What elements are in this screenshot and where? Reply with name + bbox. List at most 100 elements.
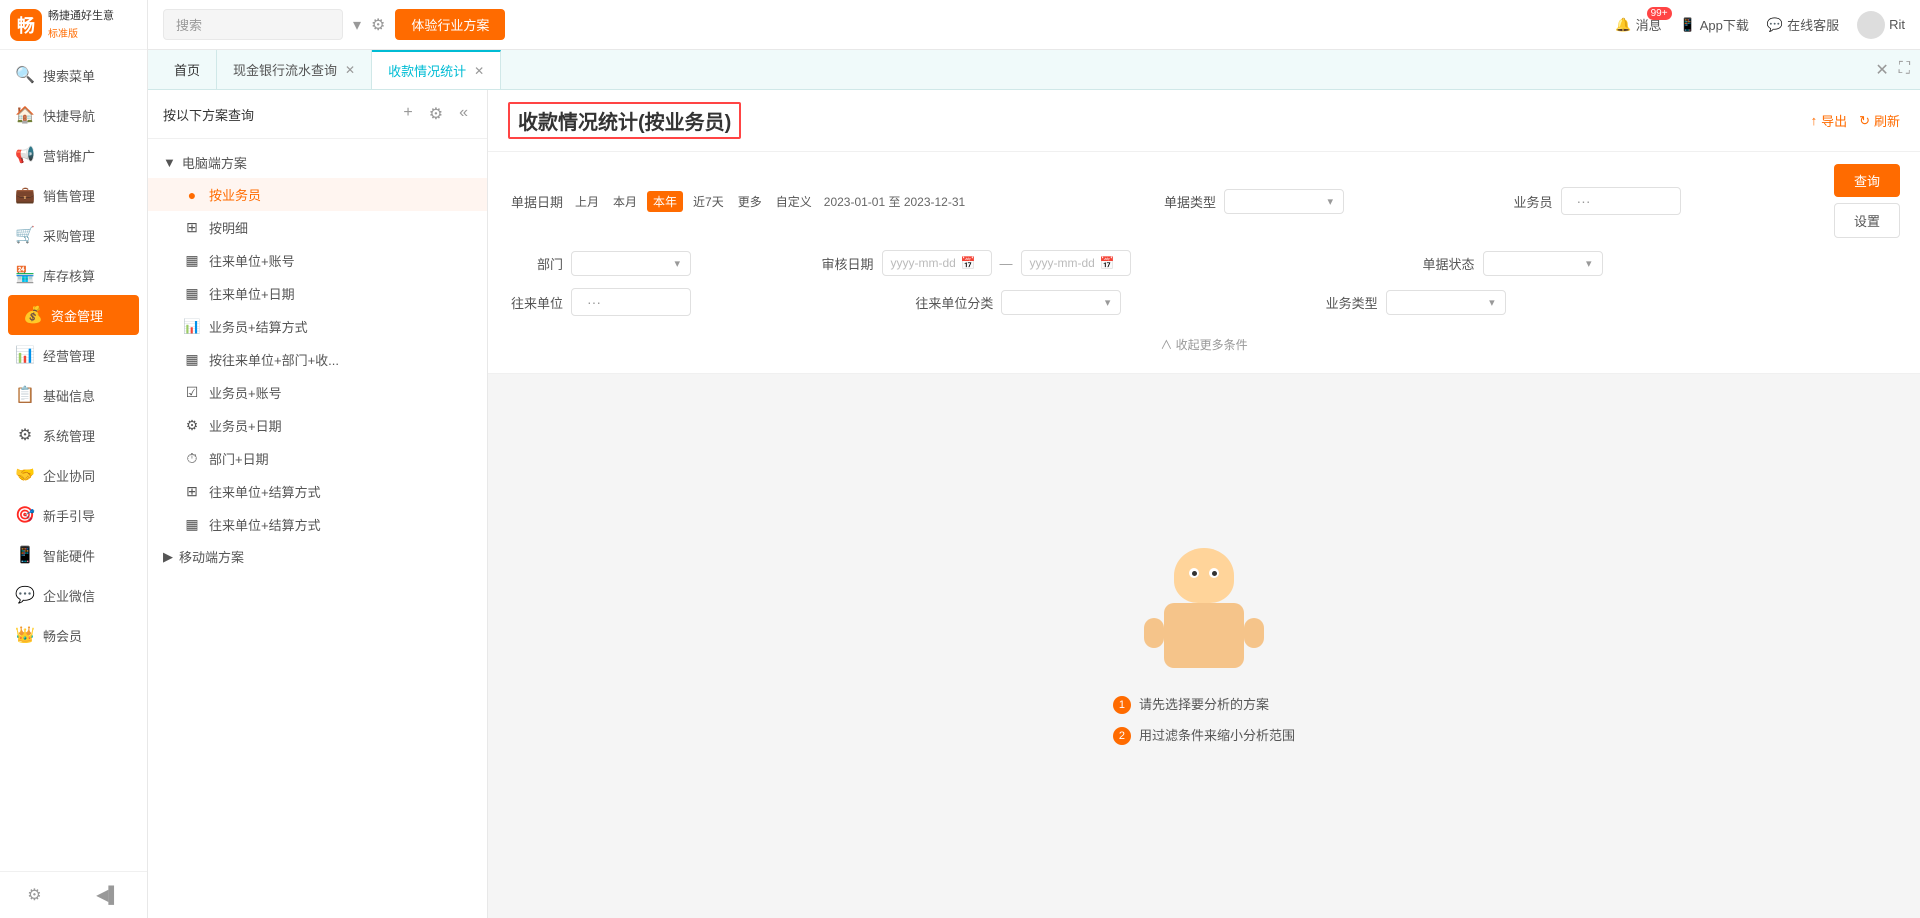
tree-item-by-detail-label: 按明细: [209, 218, 248, 237]
header-dropdown-icon[interactable]: ▾: [353, 15, 361, 35]
settings-button[interactable]: 设置: [1834, 203, 1900, 238]
date-label: 单据日期: [508, 192, 563, 211]
review-date-end[interactable]: yyyy-mm-dd 📅: [1021, 250, 1131, 276]
tree-section-pc[interactable]: ▼ 电脑端方案: [148, 147, 487, 178]
unit-date-icon: ▦: [183, 285, 201, 302]
sidebar-item-hardware[interactable]: 📱 智能硬件: [0, 535, 147, 575]
tree-section-pc-label: 电脑端方案: [182, 153, 247, 172]
app-download-button[interactable]: 📱 App下载: [1680, 15, 1749, 34]
export-button[interactable]: ↑ 导出: [1811, 111, 1848, 130]
tree-item-unit-settlement1[interactable]: ⊞ 往来单位+结算方式: [148, 475, 487, 508]
right-title-bar: 收款情况统计(按业务员) ↑ 导出 ↻ 刷新: [488, 90, 1920, 152]
trial-button[interactable]: 体验行业方案: [395, 9, 505, 40]
review-date-start-text: yyyy-mm-dd: [891, 256, 956, 270]
tab-bank-flow[interactable]: 现金银行流水查询 ✕: [217, 50, 372, 89]
sidebar-item-member[interactable]: 👑 畅会员: [0, 615, 147, 655]
unit-settlement2-icon: ▦: [183, 516, 201, 533]
sidebar-item-marketing[interactable]: 📢 营销推广: [0, 135, 147, 175]
date-btn-more[interactable]: 更多: [734, 191, 766, 212]
panel-settings-btn[interactable]: ⚙: [425, 102, 447, 126]
date-btn-7days[interactable]: 近7天: [689, 191, 728, 212]
calendar-end-icon[interactable]: 📅: [1100, 256, 1115, 270]
tab-collection-stat[interactable]: 收款情况统计 ✕: [372, 50, 501, 89]
collapse-label: ∧ 收起更多条件: [1160, 336, 1247, 353]
date-buttons: 上月 本月 本年 近7天 更多 自定义: [571, 191, 816, 212]
tree-section-mobile-arrow: ▶: [163, 549, 173, 565]
tree-item-salesperson-account[interactable]: ☑ 业务员+账号: [148, 376, 487, 409]
operations-icon: 📊: [15, 345, 35, 365]
tree-item-unit-dept-collection[interactable]: ▦ 按往来单位+部门+收...: [148, 343, 487, 376]
tree-item-salesperson-date[interactable]: ⚙ 业务员+日期: [148, 409, 487, 442]
date-btn-thisyear[interactable]: 本年: [647, 191, 683, 212]
tree-item-salesperson-settlement-label: 业务员+结算方式: [209, 317, 308, 336]
tab-expand-icon[interactable]: ⛶: [1899, 60, 1910, 80]
download-icon: 📱: [1680, 17, 1696, 33]
query-button[interactable]: 查询: [1834, 164, 1900, 197]
sidebar-item-search-label: 搜索菜单: [43, 66, 95, 85]
online-service-label: 在线客服: [1787, 15, 1839, 34]
sidebar-item-collab[interactable]: 🤝 企业协同: [0, 455, 147, 495]
user-area[interactable]: Rit: [1857, 11, 1905, 39]
online-service-button[interactable]: 💬 在线客服: [1767, 15, 1839, 34]
tree-item-by-salesperson[interactable]: ● 按业务员: [148, 178, 487, 211]
voucher-status-select[interactable]: ▾: [1483, 251, 1603, 276]
counterpart-class-select[interactable]: ▾: [1001, 290, 1121, 315]
business-type-select[interactable]: ▾: [1386, 290, 1506, 315]
voucher-type-select[interactable]: ▾: [1224, 189, 1344, 214]
dept-select[interactable]: ▾: [571, 251, 691, 276]
tab-bank-flow-close[interactable]: ✕: [345, 63, 355, 77]
date-range: 2023-01-01 至 2023-12-31: [824, 193, 965, 210]
date-btn-custom[interactable]: 自定义: [772, 191, 816, 212]
salesperson-input[interactable]: ···: [1561, 187, 1681, 215]
left-panel: 按以下方案查询 + ⚙ « ▼ 电脑端方案 ● 按业务员 ⊞: [148, 90, 488, 918]
date-btn-thismonth[interactable]: 本月: [609, 191, 641, 212]
logo-text: 畅捷通好生意: [48, 9, 114, 24]
sidebar-item-purchase[interactable]: 🛒 采购管理: [0, 215, 147, 255]
header-gear-icon[interactable]: ⚙: [371, 15, 385, 35]
tab-collection-stat-close[interactable]: ✕: [474, 64, 484, 78]
sidebar-item-sales[interactable]: 💼 销售管理: [0, 175, 147, 215]
collapse-more-conditions[interactable]: ∧ 收起更多条件: [508, 328, 1900, 361]
salesperson-dots[interactable]: ···: [1577, 193, 1591, 209]
filter-item-review-date: 审核日期 yyyy-mm-dd 📅 — yyyy-mm-dd 📅: [819, 250, 1400, 276]
tab-home[interactable]: 首页: [158, 50, 217, 89]
tree-item-unit-account[interactable]: ▦ 往来单位+账号: [148, 244, 487, 277]
sidebar-item-basic[interactable]: 📋 基础信息: [0, 375, 147, 415]
review-date-start[interactable]: yyyy-mm-dd 📅: [882, 250, 992, 276]
detail-icon: ⊞: [183, 219, 201, 236]
sidebar-item-guide[interactable]: 🎯 新手引导: [0, 495, 147, 535]
sidebar-item-finance[interactable]: 💰 资金管理: [8, 295, 139, 335]
calendar-start-icon[interactable]: 📅: [961, 256, 976, 270]
tree-item-unit-settlement1-label: 往来单位+结算方式: [209, 482, 321, 501]
sidebar-item-quicknav[interactable]: 🏠 快捷导航: [0, 95, 147, 135]
voucher-type-label: 单据类型: [1161, 192, 1216, 211]
step-2-text: 用过滤条件来缩小分析范围: [1139, 723, 1295, 749]
counterpart-input[interactable]: ···: [571, 288, 691, 316]
search-icon: 🔍: [15, 65, 35, 85]
sidebar-item-system[interactable]: ⚙ 系统管理: [0, 415, 147, 455]
sidebar-item-wechat[interactable]: 💬 企业微信: [0, 575, 147, 615]
sidebar-collapse-btn[interactable]: ◀▌: [91, 880, 125, 910]
panel-collapse-btn[interactable]: «: [455, 102, 472, 126]
tree-item-unit-settlement2[interactable]: ▦ 往来单位+结算方式: [148, 508, 487, 541]
app-download-label: App下载: [1700, 15, 1749, 34]
voucher-status-chevron: ▾: [1586, 257, 1592, 270]
tree-item-unit-date[interactable]: ▦ 往来单位+日期: [148, 277, 487, 310]
sidebar-item-inventory[interactable]: 🏪 库存核算: [0, 255, 147, 295]
tree-item-dept-date[interactable]: ⏱ 部门+日期: [148, 442, 487, 475]
sidebar-settings-btn[interactable]: ⚙: [22, 880, 46, 910]
panel-add-btn[interactable]: +: [399, 102, 416, 126]
tree-item-salesperson-settlement[interactable]: 📊 业务员+结算方式: [148, 310, 487, 343]
right-content: 收款情况统计(按业务员) ↑ 导出 ↻ 刷新 单据日: [488, 90, 1920, 918]
tree-section-mobile[interactable]: ▶ 移动端方案: [148, 541, 487, 572]
logo-sub: 标准版: [48, 25, 114, 40]
date-btn-lastmonth[interactable]: 上月: [571, 191, 603, 212]
notification-button[interactable]: 🔔 消息 99+: [1615, 15, 1661, 34]
counterpart-dots[interactable]: ···: [587, 294, 601, 310]
tree-item-by-detail[interactable]: ⊞ 按明细: [148, 211, 487, 244]
sidebar-item-search[interactable]: 🔍 搜索菜单: [0, 55, 147, 95]
tab-close-all-icon[interactable]: ✕: [1875, 60, 1888, 80]
empty-steps: 1 请先选择要分析的方案 2 用过滤条件来缩小分析范围: [1113, 692, 1295, 754]
sidebar-item-operations[interactable]: 📊 经营管理: [0, 335, 147, 375]
refresh-button[interactable]: ↻ 刷新: [1859, 111, 1900, 130]
